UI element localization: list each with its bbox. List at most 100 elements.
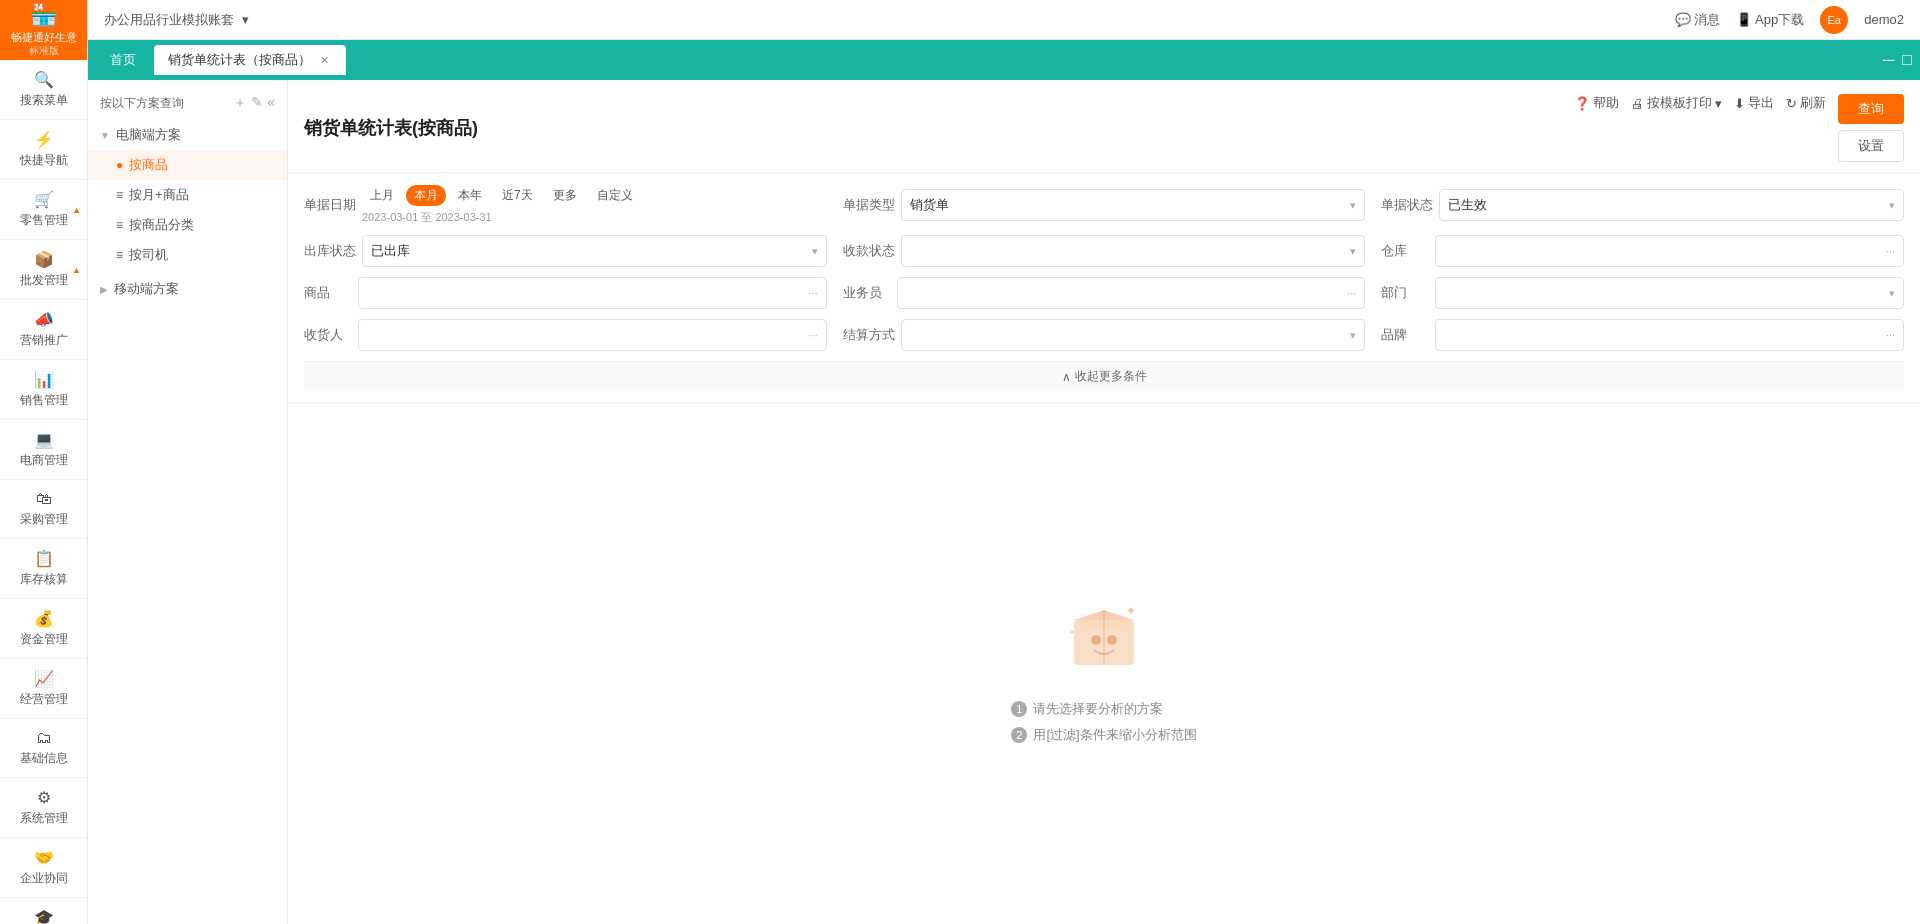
collapse-label: 收起更多条件 — [1075, 368, 1147, 385]
workspace-selector[interactable]: 办公用品行业模拟账套 ▾ — [104, 11, 249, 29]
date-tab-last-month[interactable]: 上月 — [362, 185, 402, 206]
filter-warehouse-control[interactable]: ··· — [1435, 235, 1904, 267]
retail-icon: 🛒 — [34, 190, 54, 209]
sidebar-item-finance[interactable]: 💰 资金管理 — [0, 599, 87, 659]
tab-report[interactable]: 销货单统计表（按商品） ✕ — [154, 45, 346, 75]
filter-salesperson-label: 业务员 — [843, 284, 891, 302]
sidebar-item-system[interactable]: ⚙ 系统管理 — [0, 778, 87, 838]
filter-brand-control[interactable]: ··· — [1435, 319, 1904, 351]
sidebar-item-marketing[interactable]: 📣 营销推广 — [0, 300, 87, 360]
message-icon: 💬 — [1675, 12, 1691, 27]
sidebar-item-label-search: 搜索菜单 — [20, 92, 68, 109]
sidebar-item-enterprise[interactable]: 🤝 企业协同 — [0, 838, 87, 898]
doc-status-dropdown-icon: ▾ — [1889, 199, 1895, 212]
collapse-arrow-icon: ∧ — [1062, 370, 1071, 384]
tab-close-icon[interactable]: ✕ — [317, 53, 332, 68]
tree-parent-mobile[interactable]: ▶ 移动端方案 — [88, 274, 287, 304]
filter-doc-type-control[interactable]: 销货单 ▾ — [901, 189, 1366, 221]
settings-button[interactable]: 设置 — [1838, 130, 1904, 162]
filter-recipient-control[interactable]: ··· — [358, 319, 827, 351]
tree-parent-desktop-label: 电脑端方案 — [116, 126, 181, 144]
tip-item-1: 1 请先选择要分析的方案 — [1011, 696, 1196, 722]
warehouse-ellipsis-icon: ··· — [1886, 245, 1895, 257]
export-btn[interactable]: ⬇ 导出 — [1734, 94, 1774, 112]
message-label: 消息 — [1694, 11, 1720, 29]
filter-department-control[interactable]: ▾ — [1435, 277, 1904, 309]
out-status-dropdown-icon: ▾ — [812, 245, 818, 258]
sidebar-item-ecommerce[interactable]: 💻 电商管理 — [0, 420, 87, 480]
template-print-btn[interactable]: 🖨 按模板打印 ▾ — [1631, 94, 1722, 112]
main-area: 办公用品行业模拟账套 ▾ 💬 消息 📱 App下载 Ea demo2 首页 销货… — [88, 0, 1920, 924]
tip-text-1: 请先选择要分析的方案 — [1033, 696, 1163, 722]
recipient-ellipsis-icon: ··· — [809, 329, 818, 341]
sidebar-item-search[interactable]: 🔍 搜索菜单 — [0, 60, 87, 120]
logo-text: 畅捷通好生意 — [11, 30, 77, 44]
avatar[interactable]: Ea — [1820, 6, 1848, 34]
sidebar-item-quick[interactable]: ⚡ 快捷导航 — [0, 120, 87, 180]
filter-brand-label: 品牌 — [1381, 326, 1429, 344]
sidebar-item-basic[interactable]: 🗂 基础信息 — [0, 719, 87, 778]
sidebar-item-sales[interactable]: 📊 销售管理 — [0, 360, 87, 420]
filter-row-4: 收货人 ··· 结算方式 ▾ 品牌 — [304, 319, 1904, 351]
date-tab-this-year[interactable]: 本年 — [450, 185, 490, 206]
query-button[interactable]: 查询 — [1838, 94, 1904, 124]
tree-parent-mobile-label: 移动端方案 — [114, 280, 179, 298]
sidebar-item-guide[interactable]: 🎓 新手引导 — [0, 898, 87, 924]
filter-date-tabs: 上月 本月 本年 近7天 更多 自定义 — [362, 185, 827, 206]
app-download-label: App下载 — [1755, 11, 1804, 29]
workspace-dropdown-icon: ▾ — [242, 12, 249, 27]
filter-payment-status-control[interactable]: ▾ — [901, 235, 1366, 267]
filter-settlement-label: 结算方式 — [843, 326, 895, 344]
message-btn[interactable]: 💬 消息 — [1675, 11, 1720, 29]
search-icon: 🔍 — [34, 70, 54, 89]
filter-salesperson-control[interactable]: ··· — [897, 277, 1366, 309]
print-dropdown-icon: ▾ — [1715, 96, 1722, 111]
collapse-panel-icon[interactable]: « — [267, 94, 275, 112]
sidebar-item-retail[interactable]: 🛒 零售管理 ▲ — [0, 180, 87, 240]
add-scheme-icon[interactable]: ＋ — [233, 94, 247, 112]
filter-item-out-status: 出库状态 已出库 ▾ — [304, 235, 827, 267]
tree-parent-desktop[interactable]: ▼ 电脑端方案 — [88, 120, 287, 150]
finance-icon: 💰 — [34, 609, 54, 628]
tab-home[interactable]: 首页 — [96, 45, 150, 75]
filter-settlement-control[interactable]: ▾ — [901, 319, 1366, 351]
tree-child-by-product[interactable]: ● 按商品 — [88, 150, 287, 180]
tab-report-label: 销货单统计表（按商品） — [168, 51, 311, 69]
date-tab-custom[interactable]: 自定义 — [589, 185, 641, 206]
sidebar-item-inventory[interactable]: 📋 库存核算 — [0, 539, 87, 599]
svg-text:✦: ✦ — [1069, 628, 1076, 637]
tab-home-label: 首页 — [110, 51, 136, 69]
list-icon-3: ≡ — [116, 248, 123, 262]
tree-child-by-month-product[interactable]: ≡ 按月+商品 — [88, 180, 287, 210]
maximize-icon[interactable]: □ — [1902, 51, 1912, 69]
filter-product-control[interactable]: ··· — [358, 277, 827, 309]
collapse-filter-btn[interactable]: ∧ 收起更多条件 — [304, 361, 1904, 391]
date-tab-more[interactable]: 更多 — [545, 185, 585, 206]
tree-child-by-category[interactable]: ≡ 按商品分类 — [88, 210, 287, 240]
minimize-icon[interactable]: ─ — [1883, 51, 1894, 69]
product-ellipsis-icon: ··· — [809, 287, 818, 299]
help-btn[interactable]: ❓ 帮助 — [1574, 94, 1619, 112]
quick-icon: ⚡ — [34, 130, 54, 149]
wholesale-arrow: ▲ — [72, 265, 81, 275]
filter-item-salesperson: 业务员 ··· — [843, 277, 1366, 309]
filter-doc-status-control[interactable]: 已生效 ▾ — [1439, 189, 1904, 221]
export-icon: ⬇ — [1734, 96, 1745, 111]
refresh-btn[interactable]: ↻ 刷新 — [1786, 94, 1826, 112]
sidebar-item-operation[interactable]: 📈 经营管理 — [0, 659, 87, 719]
date-tab-this-month[interactable]: 本月 — [406, 185, 446, 206]
right-panel: 销货单统计表(按商品) ❓ 帮助 🖨 按模板打印 ▾ ⬇ — [288, 80, 1920, 924]
filter-out-status-control[interactable]: 已出库 ▾ — [362, 235, 827, 267]
date-tab-7days[interactable]: 近7天 — [494, 185, 541, 206]
app-download-btn[interactable]: 📱 App下载 — [1736, 11, 1804, 29]
edit-scheme-icon[interactable]: ✎ — [251, 94, 263, 112]
sidebar-item-purchase[interactable]: 🛍 采购管理 — [0, 480, 87, 539]
enterprise-icon: 🤝 — [34, 848, 54, 867]
app-logo: 🏪 畅捷通好生意 标准版 — [0, 0, 88, 60]
filter-item-product: 商品 ··· — [304, 277, 827, 309]
tree-child-by-cashier[interactable]: ≡ 按司机 — [88, 240, 287, 270]
filter-row-2: 出库状态 已出库 ▾ 收款状态 ▾ 仓库 — [304, 235, 1904, 267]
filter-item-date: 单据日期 上月 本月 本年 近7天 更多 自定义 2023-03-01 至 20… — [304, 185, 827, 225]
sidebar-item-wholesale[interactable]: 📦 批发管理 ▲ — [0, 240, 87, 300]
filter-item-warehouse: 仓库 ··· — [1381, 235, 1904, 267]
